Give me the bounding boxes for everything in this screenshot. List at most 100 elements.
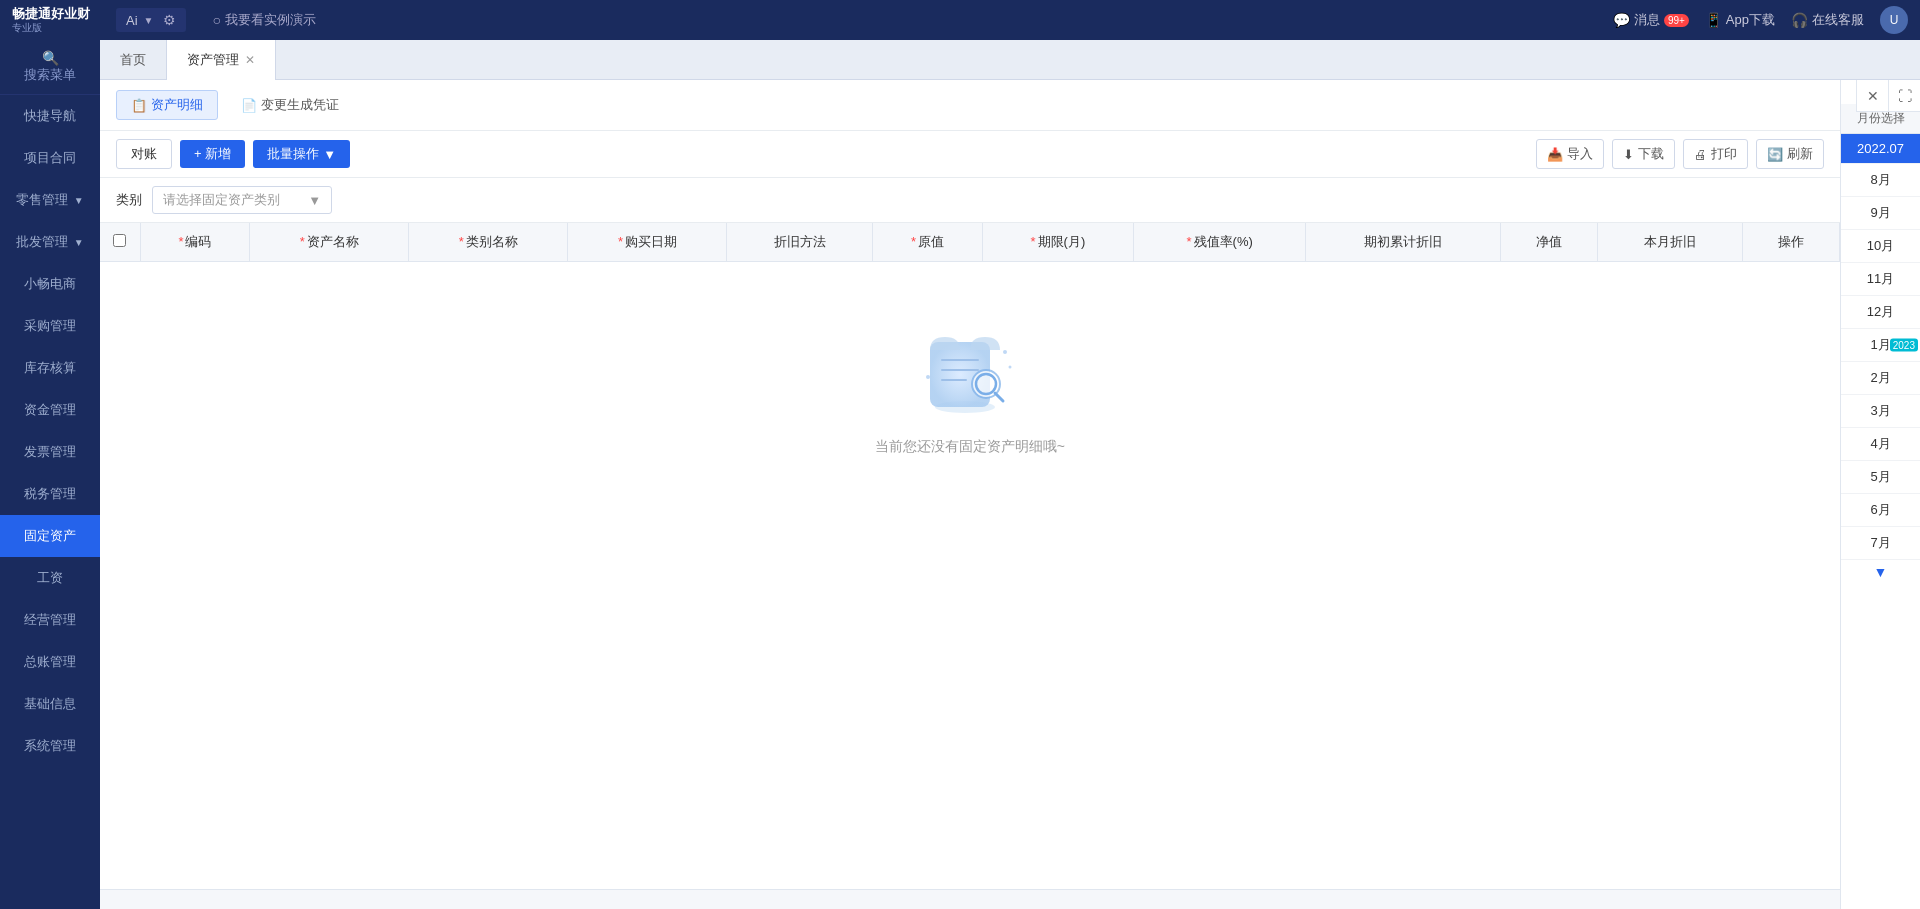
sidebar-item-label: 零售管理 [16, 192, 68, 207]
th-monthly-depreciation: 本月折旧 [1597, 223, 1743, 262]
search-icon: 🔍 [42, 50, 59, 66]
month-label: 4月 [1870, 436, 1890, 451]
th-residual-rate: *残值率(%) [1133, 223, 1306, 262]
month-item-10[interactable]: 10月 [1841, 230, 1920, 263]
sidebar-quicknav-label: 快捷导航 [24, 108, 76, 123]
month-nav-down[interactable]: ▼ [1841, 560, 1920, 584]
month-item-1[interactable]: 1月 2023 [1841, 329, 1920, 362]
demo-link[interactable]: ○ 我要看实例演示 [212, 11, 315, 29]
sidebar-item-tax[interactable]: 税务管理 [0, 473, 100, 515]
tab-home-label: 首页 [120, 51, 146, 69]
select-all-checkbox[interactable] [113, 234, 126, 247]
sidebar-item-label: 批发管理 [16, 234, 68, 249]
expand-panel-btn[interactable]: ⛶ [1888, 80, 1920, 112]
sidebar-item-label: 基础信息 [24, 696, 76, 711]
app-download-label: App下载 [1726, 11, 1775, 29]
sub-tabs: 📋 资产明细 📄 变更生成凭证 [100, 80, 1840, 131]
current-month-label: 2022.07 [1857, 141, 1904, 156]
search-menu-btn[interactable]: 🔍 搜索菜单 [0, 40, 100, 95]
empty-row: 当前您还没有固定资产明细哦~ [100, 262, 1840, 517]
detail-tab-label: 资产明细 [151, 96, 203, 114]
close-panel-btn[interactable]: ✕ [1856, 80, 1888, 112]
dropdown-icon: ▼ [144, 15, 154, 26]
arrow-icon: ▼ [74, 237, 84, 248]
month-item-6[interactable]: 6月 [1841, 494, 1920, 527]
sidebar-item-label: 资金管理 [24, 402, 76, 417]
month-item-7[interactable]: 7月 [1841, 527, 1920, 560]
month-item-4[interactable]: 4月 [1841, 428, 1920, 461]
sidebar-item-assets[interactable]: 固定资产 [0, 515, 100, 557]
month-label: 12月 [1867, 304, 1894, 319]
month-label: 1月 [1870, 337, 1890, 352]
sidebar-item-operations[interactable]: 经营管理 [0, 599, 100, 641]
toolbar: 对账 + 新增 批量操作 ▼ 📥 导入 ⬇ [100, 131, 1840, 178]
sidebar-item-project[interactable]: 项目合同 [0, 137, 100, 179]
month-item-12[interactable]: 12月 [1841, 296, 1920, 329]
sidebar-item-ledger[interactable]: 总账管理 [0, 641, 100, 683]
reconcile-button[interactable]: 对账 [116, 139, 172, 169]
add-button[interactable]: + 新增 [180, 140, 245, 168]
print-button[interactable]: 🖨 打印 [1683, 139, 1748, 169]
online-service-btn[interactable]: 🎧 在线客服 [1791, 11, 1864, 29]
month-item-8[interactable]: 8月 [1841, 164, 1920, 197]
category-select[interactable]: 请选择固定资产类别 ▼ [152, 186, 332, 214]
user-avatar[interactable]: U [1880, 6, 1908, 34]
sidebar-item-retail[interactable]: 零售管理 ▼ [0, 179, 100, 221]
sub-tab-voucher[interactable]: 📄 变更生成凭证 [226, 90, 354, 120]
sidebar-item-invoice[interactable]: 发票管理 [0, 431, 100, 473]
import-button[interactable]: 📥 导入 [1536, 139, 1604, 169]
refresh-button[interactable]: 🔄 刷新 [1756, 139, 1824, 169]
demo-icon: ○ [212, 12, 220, 28]
sidebar-item-label: 采购管理 [24, 318, 76, 333]
month-item-5[interactable]: 5月 [1841, 461, 1920, 494]
settings-icon[interactable]: ⚙ [163, 12, 176, 28]
app-subtitle: 专业版 [12, 22, 90, 34]
online-service-label: 在线客服 [1812, 11, 1864, 29]
table-wrapper: *编码 *资产名称 *类别名称 *购买日期 折旧方法 *原值 *期限(月) *残… [100, 223, 1840, 889]
sidebar-item-label: 库存核算 [24, 360, 76, 375]
sidebar-item-system[interactable]: 系统管理 [0, 725, 100, 767]
top-bar-right: 💬 消息 99+ 📱 App下载 🎧 在线客服 U [1613, 6, 1908, 34]
company-selector[interactable]: Ai ▼ ⚙ [116, 8, 186, 32]
sidebar-item-finance[interactable]: 资金管理 [0, 389, 100, 431]
top-bar-left: 畅捷通好业财 专业版 Ai ▼ ⚙ ○ 我要看实例演示 [12, 6, 1613, 34]
month-label: 2月 [1870, 370, 1890, 385]
month-item-9[interactable]: 9月 [1841, 197, 1920, 230]
sidebar-item-label: 税务管理 [24, 486, 76, 501]
month-item-2[interactable]: 2月 [1841, 362, 1920, 395]
message-btn[interactable]: 💬 消息 99+ [1613, 11, 1689, 29]
import-icon: 📥 [1547, 147, 1563, 162]
svg-point-10 [926, 375, 930, 379]
sidebar-item-purchase[interactable]: 采购管理 [0, 305, 100, 347]
assets-table: *编码 *资产名称 *类别名称 *购买日期 折旧方法 *原值 *期限(月) *残… [100, 223, 1840, 516]
month-panel-title: 月份选择 [1857, 111, 1905, 125]
app-download-btn[interactable]: 📱 App下载 [1705, 11, 1775, 29]
headset-icon: 🎧 [1791, 12, 1808, 28]
month-item-11[interactable]: 11月 [1841, 263, 1920, 296]
sidebar-item-wholesale[interactable]: 批发管理 ▼ [0, 221, 100, 263]
sidebar-item-quicknav[interactable]: 快捷导航 [0, 95, 100, 137]
bottom-scroll-bar[interactable] [100, 889, 1840, 909]
sidebar-item-salary[interactable]: 工资 [0, 557, 100, 599]
sidebar-item-inventory[interactable]: 库存核算 [0, 347, 100, 389]
sub-tab-detail[interactable]: 📋 资产明细 [116, 90, 218, 120]
th-period: *期限(月) [982, 223, 1133, 262]
message-label: 消息 [1634, 11, 1660, 29]
tab-close-icon[interactable]: ✕ [245, 53, 255, 67]
print-label: 打印 [1711, 145, 1737, 163]
sidebar-item-basic[interactable]: 基础信息 [0, 683, 100, 725]
th-original-value: *原值 [873, 223, 983, 262]
demo-text: 我要看实例演示 [225, 11, 316, 29]
batch-button[interactable]: 批量操作 ▼ [253, 140, 350, 168]
empty-state-icon [910, 322, 1030, 422]
svg-line-7 [995, 393, 1003, 401]
sidebar-item-ecommerce[interactable]: 小畅电商 [0, 263, 100, 305]
tab-assets[interactable]: 资产管理 ✕ [167, 40, 276, 80]
month-item-current[interactable]: 2022.07 [1841, 134, 1920, 164]
select-arrow-icon: ▼ [308, 193, 321, 208]
download-button[interactable]: ⬇ 下载 [1612, 139, 1675, 169]
th-category: *类别名称 [409, 223, 568, 262]
filter-row: 类别 请选择固定资产类别 ▼ [100, 178, 1840, 223]
tab-home[interactable]: 首页 [100, 40, 167, 80]
month-item-3[interactable]: 3月 [1841, 395, 1920, 428]
